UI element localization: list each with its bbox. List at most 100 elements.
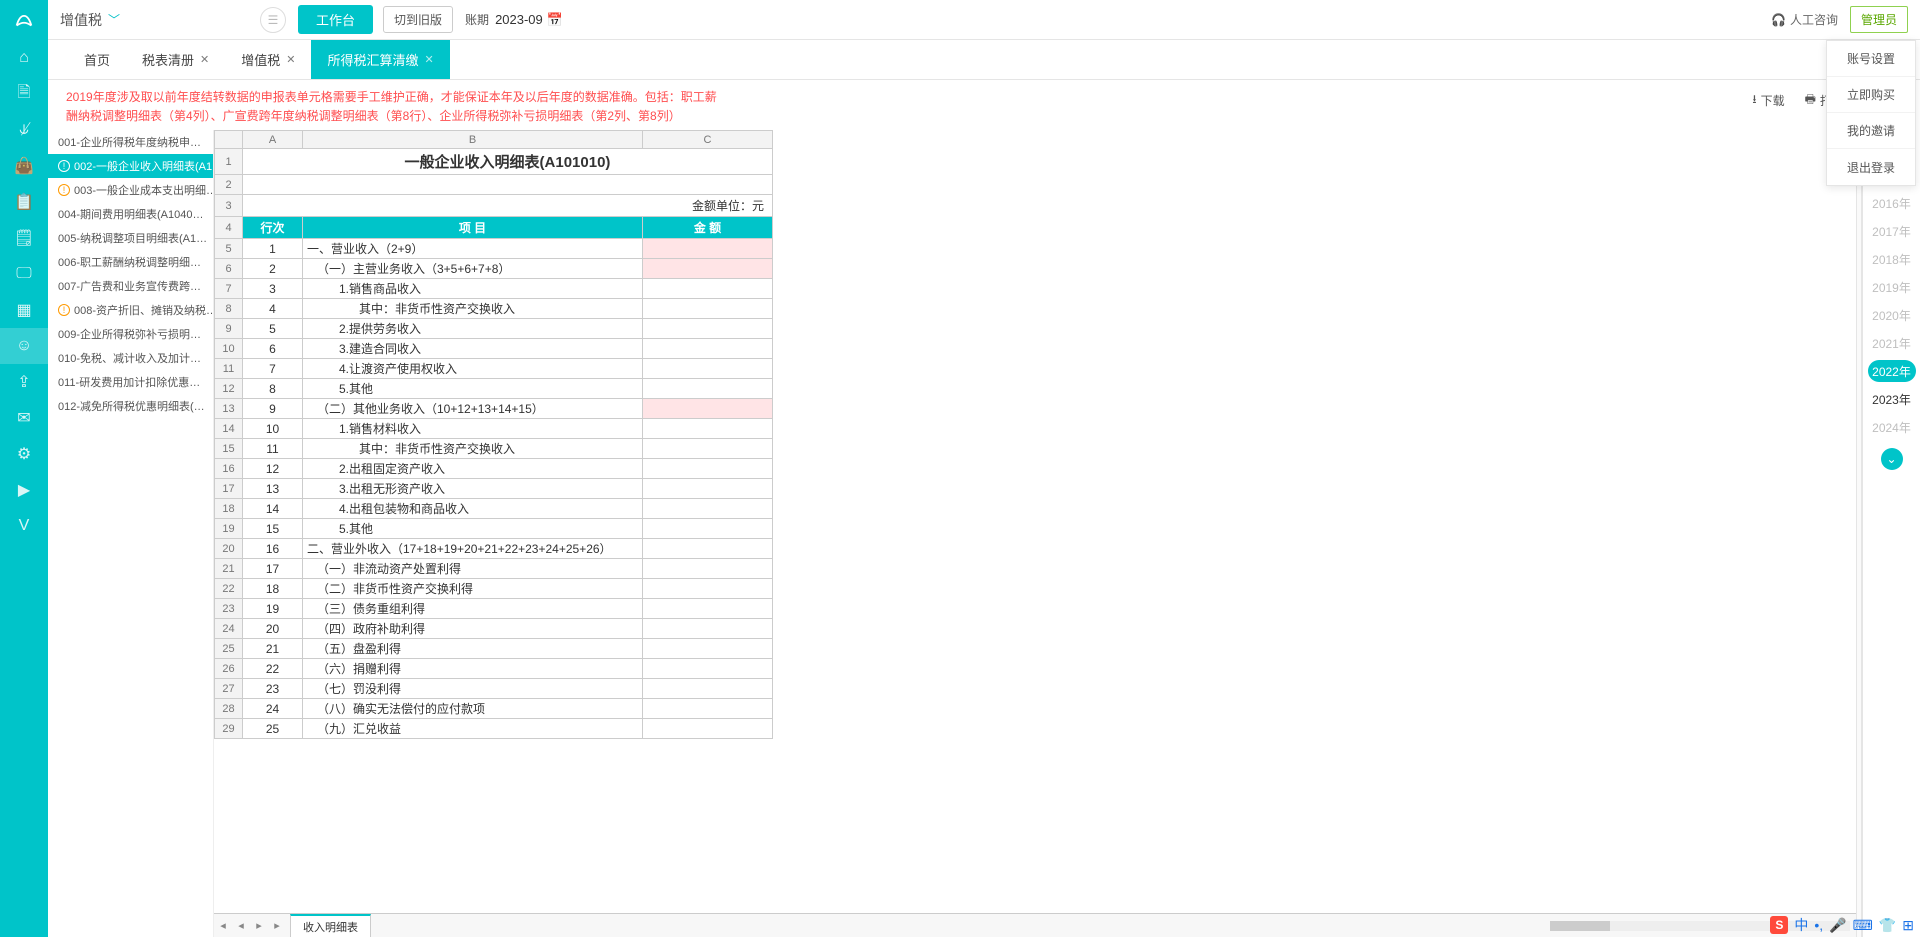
cell-item[interactable]: 其中：非货币性资产交换收入 xyxy=(303,439,643,459)
tab-税表清册[interactable]: 税表清册✕ xyxy=(126,40,225,79)
cell-item[interactable]: （六）捐赠利得 xyxy=(303,659,643,679)
row-header[interactable]: 28 xyxy=(215,699,243,719)
form-list-item[interactable]: 011-研发费用加计扣除优惠… xyxy=(48,370,213,394)
ime-skin-icon[interactable]: 👕 xyxy=(1879,917,1896,934)
cell-amount[interactable] xyxy=(643,419,773,439)
download-action[interactable]: ⭳下载 xyxy=(1752,90,1784,111)
period-value[interactable]: 2023-09 xyxy=(495,12,543,27)
ime-punct-icon[interactable]: •, xyxy=(1814,917,1823,933)
cell-amount[interactable] xyxy=(643,499,773,519)
row-header[interactable]: 18 xyxy=(215,499,243,519)
sheet-nav-prev[interactable]: ◂ xyxy=(232,919,250,932)
account-menu-item[interactable]: 我的邀请 xyxy=(1827,113,1915,149)
ime-lang[interactable]: 中 xyxy=(1794,915,1808,935)
close-icon[interactable]: ✕ xyxy=(286,53,295,66)
row-header[interactable]: 17 xyxy=(215,479,243,499)
cell-seq[interactable]: 8 xyxy=(243,379,303,399)
cell-seq[interactable]: 2 xyxy=(243,259,303,279)
year-option[interactable]: 2023年 xyxy=(1868,388,1916,410)
history-icon-button[interactable]: ☰ xyxy=(260,7,286,33)
cell-amount[interactable] xyxy=(643,539,773,559)
cell-amount[interactable] xyxy=(643,659,773,679)
row-header[interactable]: 8 xyxy=(215,299,243,319)
cell-seq[interactable]: 17 xyxy=(243,559,303,579)
cell-seq[interactable]: 7 xyxy=(243,359,303,379)
ime-mic-icon[interactable]: 🎤 xyxy=(1829,917,1846,934)
row-header[interactable]: 5 xyxy=(215,239,243,259)
row-header[interactable]: 7 xyxy=(215,279,243,299)
cell-seq[interactable]: 10 xyxy=(243,419,303,439)
cell-seq[interactable]: 6 xyxy=(243,339,303,359)
cell-item[interactable]: 4.让渡资产使用权收入 xyxy=(303,359,643,379)
cell-amount[interactable] xyxy=(643,519,773,539)
row-header[interactable]: 20 xyxy=(215,539,243,559)
cell-item[interactable]: 其中：非货币性资产交换收入 xyxy=(303,299,643,319)
row-header[interactable]: 22 xyxy=(215,579,243,599)
cell-item[interactable]: （一）主营业务收入（3+5+6+7+8） xyxy=(303,259,643,279)
form-list-item[interactable]: 005-纳税调整项目明细表(A1… xyxy=(48,226,213,250)
nav-v-icon[interactable]: V xyxy=(0,508,48,544)
cell-seq[interactable]: 19 xyxy=(243,599,303,619)
cell-amount[interactable] xyxy=(643,459,773,479)
sheet-nav-first[interactable]: ◂ xyxy=(214,919,232,932)
nav-gear-icon[interactable]: ⚙ xyxy=(0,436,48,472)
cell-amount[interactable] xyxy=(643,319,773,339)
row-header[interactable]: 10 xyxy=(215,339,243,359)
cell-item[interactable]: 1.销售商品收入 xyxy=(303,279,643,299)
row-header[interactable]: 11 xyxy=(215,359,243,379)
row-header[interactable]: 1 xyxy=(215,149,243,175)
row-header[interactable]: 27 xyxy=(215,679,243,699)
nav-inbox-icon[interactable]: ✉ xyxy=(0,400,48,436)
nav-chart-icon[interactable]: ⫝̸ xyxy=(0,112,48,148)
admin-button[interactable]: 管理员 xyxy=(1850,6,1908,33)
row-header[interactable]: 23 xyxy=(215,599,243,619)
sheet-tab[interactable]: 收入明细表 xyxy=(290,914,371,937)
row-header[interactable]: 9 xyxy=(215,319,243,339)
row-header[interactable]: 26 xyxy=(215,659,243,679)
form-list-item[interactable]: 004-期间费用明细表(A1040… xyxy=(48,202,213,226)
sheet-nav-last[interactable]: ▸ xyxy=(268,919,286,932)
cell-item[interactable]: 2.出租固定资产收入 xyxy=(303,459,643,479)
cell-seq[interactable]: 14 xyxy=(243,499,303,519)
year-option[interactable]: 2021年 xyxy=(1868,332,1916,354)
workspace-button[interactable]: 工作台 xyxy=(298,5,373,34)
nav-play-icon[interactable]: ▶ xyxy=(0,472,48,508)
row-header[interactable]: 29 xyxy=(215,719,243,739)
cell-amount[interactable] xyxy=(643,259,773,279)
col-header[interactable]: C xyxy=(643,131,773,149)
nav-smile-icon[interactable]: ☺ xyxy=(0,328,48,364)
calendar-icon[interactable]: 📅 xyxy=(547,12,563,28)
cell-amount[interactable] xyxy=(643,559,773,579)
form-list-item[interactable]: 001-企业所得税年度纳税申… xyxy=(48,130,213,154)
cell-amount[interactable] xyxy=(643,339,773,359)
cell-item[interactable]: 5.其他 xyxy=(303,519,643,539)
nav-clipboard-icon[interactable]: 📋 xyxy=(0,184,48,220)
cell-amount[interactable] xyxy=(643,699,773,719)
col-header[interactable]: A xyxy=(243,131,303,149)
form-list-item[interactable]: !008-资产折旧、摊销及纳税… xyxy=(48,298,213,322)
tab-首页[interactable]: 首页 xyxy=(68,40,126,79)
cell-seq[interactable]: 25 xyxy=(243,719,303,739)
cell-item[interactable]: （四）政府补助利得 xyxy=(303,619,643,639)
nav-grid-icon[interactable]: ▦ xyxy=(0,292,48,328)
cell-amount[interactable] xyxy=(643,639,773,659)
row-header[interactable]: 6 xyxy=(215,259,243,279)
cell-seq[interactable]: 9 xyxy=(243,399,303,419)
row-header[interactable]: 14 xyxy=(215,419,243,439)
cell[interactable] xyxy=(243,175,773,195)
sheet-corner[interactable] xyxy=(215,131,243,149)
row-header[interactable]: 16 xyxy=(215,459,243,479)
cell-seq[interactable]: 1 xyxy=(243,239,303,259)
row-header[interactable]: 12 xyxy=(215,379,243,399)
row-header[interactable]: 4 xyxy=(215,217,243,239)
ime-toolbox-icon[interactable]: ⊞ xyxy=(1902,917,1914,934)
year-option[interactable]: 2018年 xyxy=(1868,248,1916,270)
form-list-item[interactable]: 012-减免所得税优惠明细表(… xyxy=(48,394,213,418)
form-list-item[interactable]: !003-一般企业成本支出明细… xyxy=(48,178,213,202)
row-header[interactable]: 21 xyxy=(215,559,243,579)
cell-item[interactable]: （五）盘盈利得 xyxy=(303,639,643,659)
form-list-item[interactable]: 010-免税、减计收入及加计… xyxy=(48,346,213,370)
year-option[interactable]: 2016年 xyxy=(1868,192,1916,214)
cell-amount[interactable] xyxy=(643,439,773,459)
cell-item[interactable]: 一、营业收入（2+9） xyxy=(303,239,643,259)
